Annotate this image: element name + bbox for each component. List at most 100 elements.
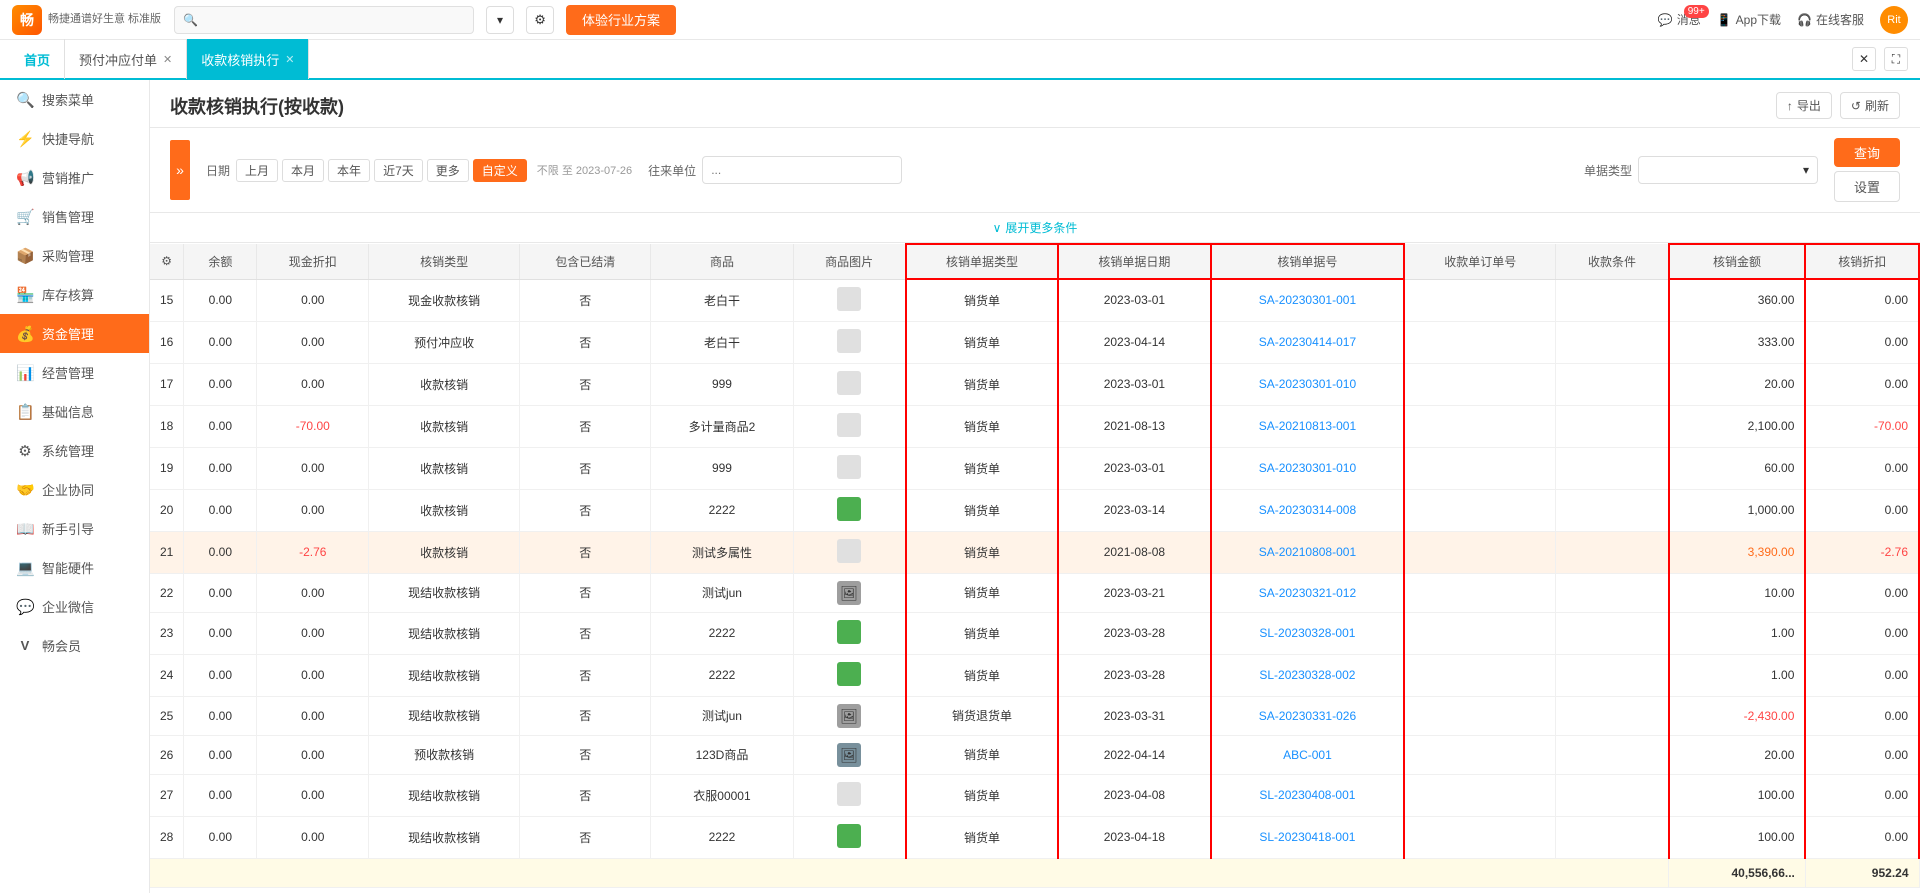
row-order-id (1404, 654, 1556, 696)
row-product: 2222 (651, 612, 793, 654)
sidebar-item-operations[interactable]: 📊 经营管理 (0, 353, 149, 392)
row-doc-no[interactable]: SL-20230328-002 (1211, 654, 1405, 696)
sidebar-item-marketing[interactable]: 📢 营销推广 (0, 158, 149, 197)
row-pay-term (1556, 405, 1669, 447)
row-order-id (1404, 531, 1556, 573)
tab-verify[interactable]: 收款核销执行 ✕ (187, 39, 309, 79)
row-doc-type: 销货单 (906, 363, 1058, 405)
tab-prepay[interactable]: 预付冲应付单 ✕ (65, 39, 187, 79)
row-id: 22 (150, 573, 184, 612)
row-product-img (793, 654, 906, 696)
unit-input[interactable] (702, 156, 902, 184)
tab-home[interactable]: 首页 (10, 39, 65, 79)
refresh-button[interactable]: ↺ 刷新 (1840, 92, 1900, 119)
type-label: 单据类型 (1584, 162, 1632, 179)
notification-item[interactable]: 💬 消息 99+ (1658, 11, 1701, 28)
type-select[interactable]: ▾ (1638, 156, 1818, 184)
gear-button[interactable]: ⚙ (526, 6, 554, 34)
row-doc-no[interactable]: SA-20230331-026 (1211, 696, 1405, 735)
sidebar-item-sales[interactable]: 🛒 销售管理 (0, 197, 149, 236)
row-order-id (1404, 774, 1556, 816)
date-btn-this-month[interactable]: 本月 (282, 159, 324, 182)
row-doc-no[interactable]: SA-20210813-001 (1211, 405, 1405, 447)
summary-amount: 40,556,66... (1669, 858, 1806, 887)
row-doc-no[interactable]: SA-20230314-008 (1211, 489, 1405, 531)
sidebar-item-basics[interactable]: 📋 基础信息 (0, 392, 149, 431)
row-cash-discount: 0.00 (257, 489, 369, 531)
sidebar-item-purchase[interactable]: 📦 采购管理 (0, 236, 149, 275)
row-doc-no[interactable]: SA-20230301-001 (1211, 279, 1405, 321)
row-amount: 20.00 (1669, 735, 1806, 774)
online-service-item[interactable]: 🎧 在线客服 (1797, 11, 1864, 28)
expand-more-btn[interactable]: ∨ 展开更多条件 (993, 219, 1078, 236)
export-button[interactable]: ↑ 导出 (1776, 92, 1832, 119)
date-btn-last-month[interactable]: 上月 (236, 159, 278, 182)
row-doc-no[interactable]: SL-20230408-001 (1211, 774, 1405, 816)
table-row: 200.000.00收款核销否2222销货单2023-03-14SA-20230… (150, 489, 1919, 531)
marketing-icon: 📢 (16, 169, 34, 187)
row-id: 20 (150, 489, 184, 531)
row-verify-type: 现结收款核销 (369, 774, 520, 816)
page-header: 收款核销执行(按收款) ↑ 导出 ↺ 刷新 (150, 80, 1920, 128)
sidebar-item-system[interactable]: ⚙ 系统管理 (0, 431, 149, 470)
sidebar-item-search[interactable]: 🔍 搜索菜单 (0, 80, 149, 119)
row-order-id (1404, 612, 1556, 654)
row-balance: 0.00 (184, 696, 257, 735)
row-id: 15 (150, 279, 184, 321)
row-doc-no[interactable]: SL-20230418-001 (1211, 816, 1405, 858)
row-amount: 333.00 (1669, 321, 1806, 363)
online-service-label: 在线客服 (1816, 11, 1864, 28)
col-settings[interactable]: ⚙ (150, 244, 184, 279)
sidebar-item-collab[interactable]: 🤝 企业协同 (0, 470, 149, 509)
row-doc-type: 销货单 (906, 405, 1058, 447)
dropdown-button[interactable]: ▾ (486, 6, 514, 34)
top-bar: 畅 畅捷通谱好生意 标准版 🔍 ▾ ⚙ 体验行业方案 💬 消息 99+ 📱 Ap… (0, 0, 1920, 40)
row-verify-type: 预付冲应收 (369, 321, 520, 363)
row-verify-type: 预收款核销 (369, 735, 520, 774)
sidebar-item-hardware[interactable]: 💻 智能硬件 (0, 548, 149, 587)
row-pay-term (1556, 816, 1669, 858)
collab-icon: 🤝 (16, 481, 34, 499)
sidebar-item-member-label: 畅会员 (42, 636, 81, 655)
row-order-id (1404, 816, 1556, 858)
sidebar-item-wechat[interactable]: 💬 企业微信 (0, 587, 149, 626)
sidebar-item-guide-label: 新手引导 (42, 519, 94, 538)
tab-close-btn[interactable]: ✕ (1852, 47, 1876, 71)
tab-verify-close[interactable]: ✕ (285, 53, 294, 66)
sidebar-item-inventory[interactable]: 🏪 库存核算 (0, 275, 149, 314)
tab-prepay-close[interactable]: ✕ (163, 53, 172, 66)
date-btn-7days[interactable]: 近7天 (374, 159, 423, 182)
sidebar-item-shortcut[interactable]: ⚡ 快捷导航 (0, 119, 149, 158)
row-discount: 0.00 (1805, 816, 1919, 858)
row-doc-no[interactable]: SA-20230301-010 (1211, 447, 1405, 489)
sidebar-item-member[interactable]: V 畅会员 (0, 626, 149, 665)
top-bar-right: 💬 消息 99+ 📱 App下载 🎧 在线客服 Rit (1658, 6, 1908, 34)
inventory-icon: 🏪 (16, 286, 34, 304)
query-button[interactable]: 查询 (1834, 138, 1900, 167)
row-amount: 1,000.00 (1669, 489, 1806, 531)
sidebar-item-guide[interactable]: 📖 新手引导 (0, 509, 149, 548)
tab-expand-btn[interactable]: ⛶ (1884, 47, 1908, 71)
row-balance: 0.00 (184, 405, 257, 447)
row-doc-no[interactable]: SA-20230321-012 (1211, 573, 1405, 612)
user-avatar[interactable]: Rit (1880, 6, 1908, 34)
date-btn-this-year[interactable]: 本年 (328, 159, 370, 182)
row-amount: 10.00 (1669, 573, 1806, 612)
table-row: 180.00-70.00收款核销否多计量商品2销货单2021-08-13SA-2… (150, 405, 1919, 447)
industry-button[interactable]: 体验行业方案 (566, 5, 676, 35)
filter-collapse-btn[interactable]: » (170, 140, 190, 200)
row-doc-no[interactable]: SA-20230414-017 (1211, 321, 1405, 363)
row-doc-no[interactable]: SL-20230328-001 (1211, 612, 1405, 654)
sidebar-item-purchase-label: 采购管理 (42, 246, 94, 265)
date-btn-more[interactable]: 更多 (427, 159, 469, 182)
row-doc-date: 2023-04-08 (1058, 774, 1210, 816)
row-doc-no[interactable]: SA-20230301-010 (1211, 363, 1405, 405)
sidebar-item-finance[interactable]: 💰 资金管理 (0, 314, 149, 353)
settings-button[interactable]: 设置 (1834, 171, 1900, 202)
sidebar-item-search-label: 搜索菜单 (42, 90, 94, 109)
app-download-item[interactable]: 📱 App下载 (1717, 11, 1781, 28)
row-doc-no[interactable]: SA-20210808-001 (1211, 531, 1405, 573)
row-doc-no[interactable]: ABC-001 (1211, 735, 1405, 774)
date-btn-custom[interactable]: 自定义 (473, 159, 527, 182)
date-filter: 日期 上月 本月 本年 近7天 更多 自定义 不限 至 2023-07-26 (206, 159, 632, 182)
